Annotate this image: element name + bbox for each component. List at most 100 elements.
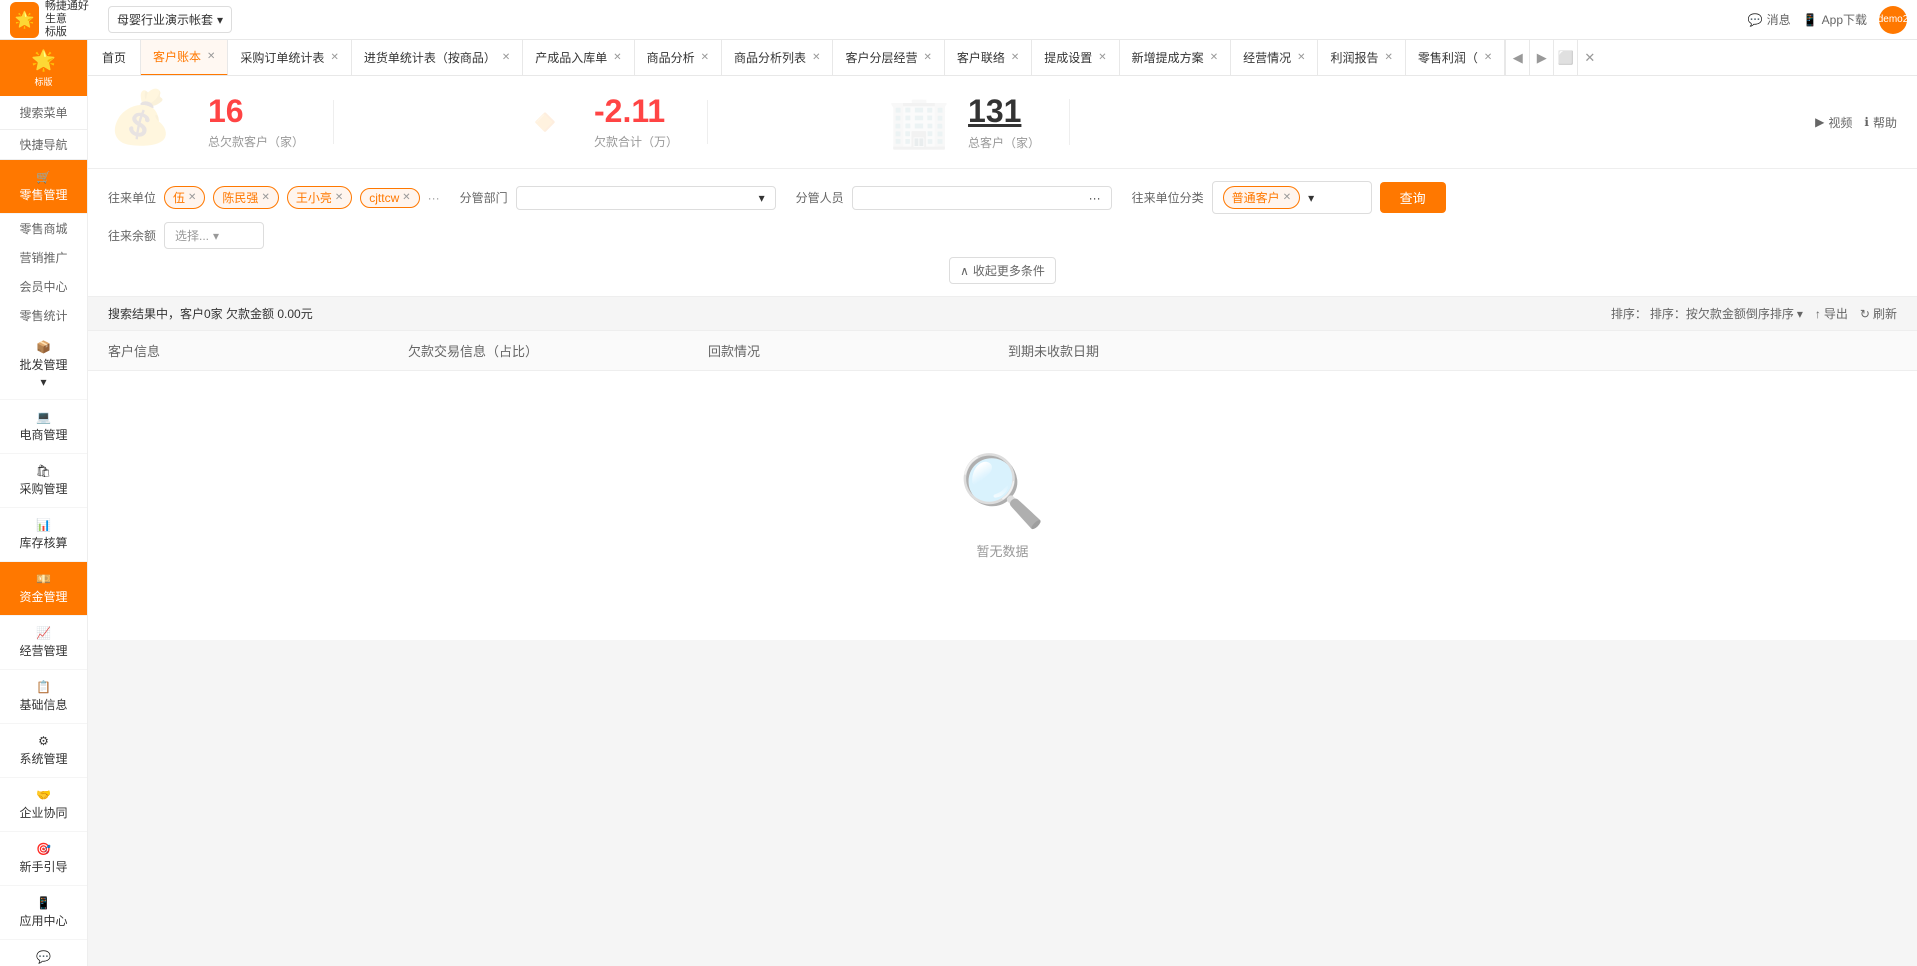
filter-tag-unit-2[interactable]: 陈民强 ✕ [213, 186, 278, 209]
col-header-customer: 客户信息 [108, 341, 408, 360]
query-button[interactable]: 查询 [1380, 182, 1446, 213]
workspace-selector[interactable]: 母婴行业演示帐套 ▾ [108, 6, 232, 33]
sidebar-item-marketing[interactable]: 营销推广 [0, 243, 87, 272]
results-bar: 搜索结果中，客户0家 欠款金额 0.00元 排序： 排序：按欠款金额倒序排序 ▾… [88, 297, 1917, 331]
search-menu-label[interactable]: 搜索菜单 [19, 106, 67, 120]
tab-customer-ledger[interactable]: 客户账本 ✕ [141, 40, 228, 76]
tab-close-purchase-stats[interactable]: ✕ [330, 52, 338, 63]
tab-close-customer-layer[interactable]: ✕ [923, 52, 931, 63]
help-action[interactable]: ℹ 帮助 [1864, 114, 1897, 131]
unit-type-dropdown-icon: ▾ [1308, 191, 1314, 205]
tab-profit-report[interactable]: 利润报告 ✕ [1318, 40, 1405, 76]
balance-filter-input[interactable]: 选择... ▾ [164, 222, 264, 249]
person-more-icon: ··· [1089, 191, 1101, 205]
sidebar-item-inventory[interactable]: 📊 库存核算 [0, 508, 87, 562]
tab-close-commission-settings[interactable]: ✕ [1098, 52, 1106, 63]
tab-close-stock-stats[interactable]: ✕ [502, 52, 510, 63]
stat-value-1: 16 [208, 94, 244, 129]
collab-icon: 🤝 [36, 788, 51, 802]
tab-scroll-left[interactable]: ◀ [1505, 40, 1529, 76]
tab-close-goods-analysis[interactable]: ✕ [701, 52, 709, 63]
tab-commission-new[interactable]: 新增提成方案 ✕ [1120, 40, 1231, 76]
dept-filter-label: 分管部门 [460, 189, 508, 206]
sidebar-item-system[interactable]: ⚙ 系统管理 [0, 724, 87, 778]
tab-close-biz-status[interactable]: ✕ [1297, 52, 1305, 63]
filter-tag-unit-type[interactable]: 普通客户 ✕ [1223, 186, 1300, 209]
tag-close-4[interactable]: ✕ [402, 192, 410, 203]
sidebar-item-retail-mall[interactable]: 零售商城 [0, 214, 87, 243]
sort-select[interactable]: 排序： 排序：按欠款金额倒序排序 ▾ [1611, 305, 1803, 322]
sidebar-item-collab[interactable]: 🤝 企业协同 [0, 778, 87, 832]
sidebar-item-wholesale[interactable]: 📦 批发管理 ▾ [0, 330, 87, 400]
collapse-button[interactable]: ∧ 收起更多条件 [949, 257, 1056, 284]
tab-purchase-stats[interactable]: 采购订单统计表 ✕ [228, 40, 351, 76]
refresh-button[interactable]: ↻ 刷新 [1860, 305, 1897, 322]
tab-close-all[interactable]: ✕ [1577, 40, 1601, 76]
tab-close-goods-analysis-list[interactable]: ✕ [812, 52, 820, 63]
tab-close-customer-ledger[interactable]: ✕ [207, 51, 215, 62]
tab-maximize[interactable]: ⬜ [1553, 40, 1577, 76]
stat-bg-icon-2: 🔸 [514, 93, 574, 152]
sidebar-item-wechat[interactable]: 💬 企业微信 [0, 940, 87, 966]
top-bar: 🌟 畅捷通好生意 标版 母婴行业演示帐套 ▾ 💬 消息 📱 App下载 demo… [0, 0, 1917, 40]
sidebar-item-finance[interactable]: 💴 资金管理 [0, 562, 87, 616]
tab-stock-stats[interactable]: 进货单统计表（按商品） ✕ [352, 40, 523, 76]
purchase-icon: 🛍 [36, 464, 51, 478]
stats-right-actions: ▶ 视频 ℹ 帮助 [1815, 114, 1897, 131]
person-filter-select[interactable]: ··· [852, 186, 1112, 210]
tab-retail-profit[interactable]: 零售利润（ ✕ [1406, 40, 1505, 76]
sidebar-logo: 🌟标版 [0, 40, 87, 96]
empty-state: 🔍 暂无数据 [88, 371, 1917, 640]
tab-home[interactable]: 首页 [88, 40, 141, 76]
unit-type-filter-select[interactable]: 普通客户 ✕ ▾ [1212, 181, 1372, 214]
tab-product-in[interactable]: 产成品入库单 ✕ [523, 40, 634, 76]
video-action[interactable]: ▶ 视频 [1815, 114, 1852, 131]
tag-close-unit-type[interactable]: ✕ [1283, 192, 1291, 203]
tab-customer-contact[interactable]: 客户联络 ✕ [945, 40, 1032, 76]
tab-commission-settings[interactable]: 提成设置 ✕ [1032, 40, 1119, 76]
dept-filter-select[interactable]: ▾ [516, 186, 776, 210]
sidebar-item-purchase[interactable]: 🛍 采购管理 [0, 454, 87, 508]
tab-customer-layer[interactable]: 客户分层经营 ✕ [833, 40, 944, 76]
export-button[interactable]: ↑ 导出 [1815, 305, 1848, 322]
tab-biz-status[interactable]: 经营情况 ✕ [1231, 40, 1318, 76]
app-download-btn[interactable]: 📱 App下载 [1803, 11, 1867, 28]
sidebar-item-retail-stats[interactable]: 零售统计 [0, 301, 87, 330]
tab-close-profit-report[interactable]: ✕ [1385, 52, 1393, 63]
results-actions: 排序： 排序：按欠款金额倒序排序 ▾ ↑ 导出 ↻ 刷新 [1611, 305, 1897, 322]
sidebar-item-app[interactable]: 📱 应用中心 [0, 886, 87, 940]
sidebar-search-area[interactable]: 搜索菜单 [0, 96, 87, 130]
sidebar: 🌟标版 搜索菜单 快捷导航 🛒 零售管理 零售商城 营销推广 会员中心 零售统计… [0, 40, 88, 966]
tab-goods-analysis-list[interactable]: 商品分析列表 ✕ [722, 40, 833, 76]
filter-tag-unit-1[interactable]: 伍 ✕ [164, 186, 205, 209]
tag-close-2[interactable]: ✕ [261, 192, 269, 203]
tab-close-product-in[interactable]: ✕ [613, 52, 621, 63]
stat-label-2: 欠款合计（万） [594, 133, 678, 150]
tab-close-retail-profit[interactable]: ✕ [1484, 52, 1492, 63]
quick-nav[interactable]: 快捷导航 [0, 130, 87, 160]
tab-goods-analysis[interactable]: 商品分析 ✕ [635, 40, 722, 76]
tab-scroll-right[interactable]: ▶ [1529, 40, 1553, 76]
sidebar-item-ecommerce[interactable]: 💻 电商管理 [0, 400, 87, 454]
tab-close-customer-contact[interactable]: ✕ [1011, 52, 1019, 63]
sidebar-item-basic[interactable]: 📋 基础信息 [0, 670, 87, 724]
tab-bar: 首页 客户账本 ✕ 采购订单统计表 ✕ 进货单统计表（按商品） ✕ 产成品入库单… [88, 40, 1917, 76]
sidebar-item-member[interactable]: 会员中心 [0, 272, 87, 301]
guide-icon: 🎯 [36, 842, 51, 856]
sidebar-item-operation[interactable]: 📈 经营管理 [0, 616, 87, 670]
logo-area: 🌟 畅捷通好生意 标版 [10, 0, 98, 39]
tab-close-commission-new[interactable]: ✕ [1210, 52, 1218, 63]
ecommerce-icon: 💻 [36, 410, 51, 424]
message-btn[interactable]: 💬 消息 [1748, 11, 1791, 28]
tag-close-3[interactable]: ✕ [335, 192, 343, 203]
stat-bg-icon-1: 💰 [108, 92, 188, 152]
tag-close-1[interactable]: ✕ [188, 192, 196, 203]
nav-list: 🛒 零售管理 零售商城 营销推广 会员中心 零售统计 📦 批发管理 ▾ 💻 电商… [0, 160, 87, 966]
user-avatar[interactable]: demo2 [1879, 6, 1907, 34]
filter-tag-unit-4[interactable]: cjttcw ✕ [360, 188, 419, 208]
filter-more-tags[interactable]: ··· [428, 191, 440, 205]
filter-tag-unit-3[interactable]: 王小亮 ✕ [287, 186, 352, 209]
sidebar-item-guide[interactable]: 🎯 新手引导 [0, 832, 87, 886]
filter-bar: 往来单位 伍 ✕ 陈民强 ✕ 王小亮 ✕ [88, 169, 1917, 297]
sidebar-item-retail[interactable]: 🛒 零售管理 [0, 160, 87, 214]
